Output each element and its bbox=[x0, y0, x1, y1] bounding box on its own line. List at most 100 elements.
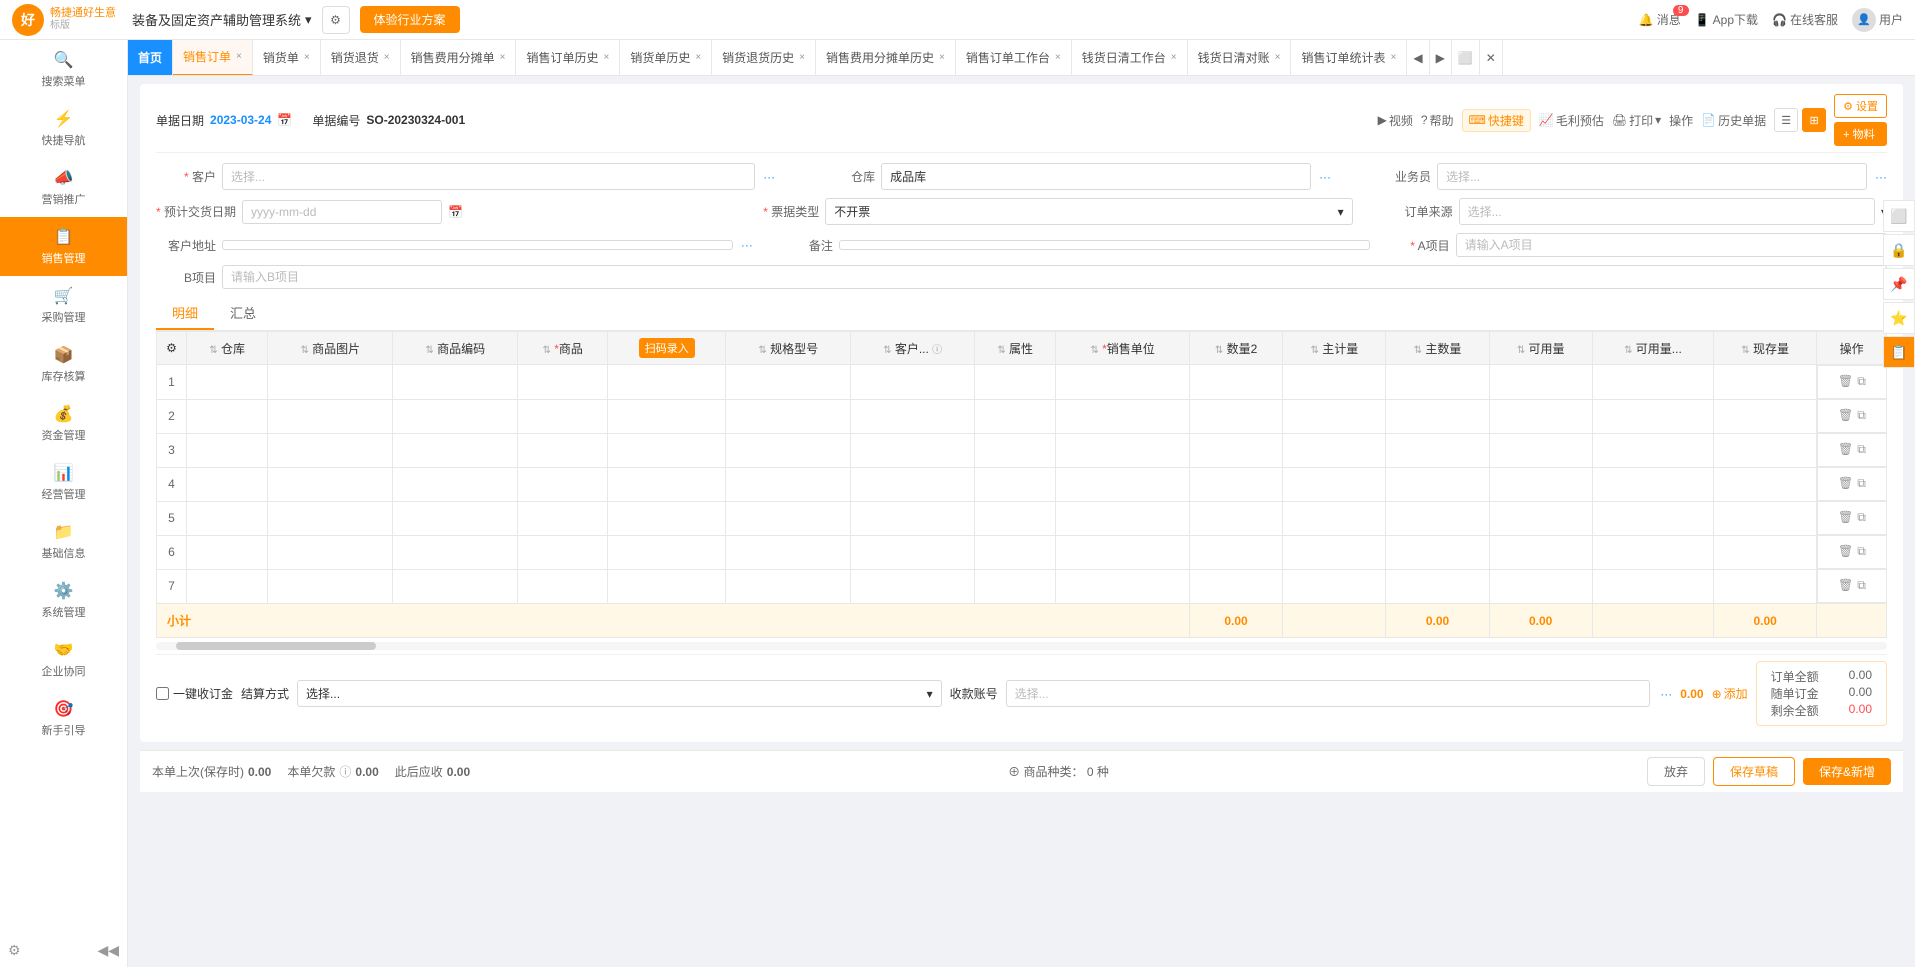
float-btn-3[interactable]: 📌 bbox=[1883, 268, 1915, 300]
row2-stock[interactable] bbox=[1714, 399, 1817, 433]
row2-product[interactable] bbox=[518, 399, 608, 433]
sidebar-item-sales[interactable]: 📋 销售管理 bbox=[0, 217, 127, 276]
delete-icon-2[interactable]: 🗑 bbox=[1838, 408, 1853, 424]
add-material-btn[interactable]: + 物料 bbox=[1834, 122, 1887, 146]
row1-customer-code[interactable] bbox=[851, 365, 975, 400]
tab-prev-btn[interactable]: ◀ bbox=[1407, 40, 1429, 75]
delete-icon-5[interactable]: 🗑 bbox=[1838, 510, 1853, 526]
tab-close-order-workbench[interactable]: × bbox=[1055, 52, 1061, 63]
tab-cash-daily-workbench[interactable]: 钱货日清工作台 × bbox=[1072, 40, 1188, 76]
settings-icon[interactable]: ⚙ bbox=[322, 6, 350, 34]
tab-sales-order[interactable]: 销售订单 × bbox=[173, 40, 253, 76]
tab-sales-refund-history[interactable]: 销货退货历史 × bbox=[712, 40, 816, 76]
solution-button[interactable]: 体验行业方案 bbox=[360, 6, 460, 33]
account-input[interactable]: 选择... bbox=[1006, 680, 1651, 707]
add-payment-btn[interactable]: ⊕ 添加 bbox=[1712, 685, 1748, 702]
delete-icon-4[interactable]: 🗑 bbox=[1838, 476, 1853, 492]
scan-btn[interactable]: 扫码录入 bbox=[639, 338, 695, 358]
row2-spec[interactable] bbox=[726, 399, 851, 433]
tab-close-sales-order[interactable]: × bbox=[236, 51, 242, 62]
row2-warehouse[interactable] bbox=[187, 399, 268, 433]
help-action[interactable]: ? 帮助 bbox=[1421, 112, 1454, 129]
print-action[interactable]: 🖨 打印 ▾ bbox=[1612, 112, 1661, 129]
row1-sales-unit[interactable] bbox=[1056, 365, 1189, 400]
help-circle-icon[interactable]: ⓘ bbox=[339, 763, 351, 780]
deposit-checkbox-label[interactable]: 一键收订金 bbox=[156, 685, 233, 702]
invoice-type-select[interactable]: 不开票 ▾ bbox=[825, 198, 1352, 225]
customer-input[interactable]: 选择... bbox=[222, 163, 755, 190]
copy-icon-2[interactable]: ⧉ bbox=[1857, 408, 1866, 424]
history-action[interactable]: 📄 历史单据 bbox=[1701, 112, 1766, 129]
row1-product[interactable] bbox=[518, 365, 608, 400]
b-project-input[interactable] bbox=[222, 265, 1887, 289]
tab-close-fee-split[interactable]: × bbox=[500, 52, 506, 63]
row2-sales-unit[interactable] bbox=[1056, 399, 1189, 433]
sidebar-item-search[interactable]: 🔍 搜索菜单 bbox=[0, 40, 127, 99]
delete-icon-7[interactable]: 🗑 bbox=[1838, 578, 1853, 594]
tab-home[interactable]: 首页 bbox=[128, 40, 173, 76]
row1-main-qty[interactable] bbox=[1386, 365, 1489, 400]
float-btn-1[interactable]: ⬜ bbox=[1883, 200, 1915, 232]
sidebar-item-operations[interactable]: 📊 经营管理 bbox=[0, 453, 127, 512]
row1-warehouse[interactable] bbox=[187, 365, 268, 400]
tab-close-fee-split-history[interactable]: × bbox=[939, 52, 945, 63]
row2-code[interactable] bbox=[393, 399, 518, 433]
tab-expand-btn[interactable]: ⬜ bbox=[1452, 40, 1480, 75]
save-draft-button[interactable]: 保存草稿 bbox=[1713, 757, 1795, 786]
delivery-date-input[interactable] bbox=[242, 200, 442, 224]
tab-sales-return-history[interactable]: 销货单历史 × bbox=[620, 40, 712, 76]
float-btn-4[interactable]: ⭐ bbox=[1883, 302, 1915, 334]
copy-icon-5[interactable]: ⧉ bbox=[1857, 510, 1866, 526]
row1-stock[interactable] bbox=[1714, 365, 1817, 400]
order-source-input[interactable]: 选择... bbox=[1459, 198, 1875, 225]
tab-sales-order-history[interactable]: 销售订单历史 × bbox=[516, 40, 620, 76]
list-view-btn[interactable]: ☰ bbox=[1774, 108, 1798, 132]
tab-sales-fee-split[interactable]: 销售费用分摊单 × bbox=[401, 40, 517, 76]
product-count-icon[interactable]: ⊕ bbox=[1008, 765, 1020, 779]
salesperson-ellipsis[interactable]: ··· bbox=[1875, 170, 1887, 184]
warehouse-ellipsis[interactable]: ··· bbox=[1319, 170, 1331, 184]
row1-code[interactable] bbox=[393, 365, 518, 400]
row1-qty2[interactable] bbox=[1189, 365, 1282, 400]
tab-close-order-history[interactable]: × bbox=[603, 52, 609, 63]
row2-available2[interactable] bbox=[1592, 399, 1713, 433]
tab-cash-daily-check[interactable]: 钱货日清对账 × bbox=[1188, 40, 1292, 76]
profit-action[interactable]: 📈 毛利预估 bbox=[1539, 112, 1604, 129]
tab-sales-order-workbench[interactable]: 销售订单工作台 × bbox=[956, 40, 1072, 76]
sidebar-item-quick-nav[interactable]: ⚡ 快捷导航 bbox=[0, 99, 127, 158]
row1-available[interactable] bbox=[1489, 365, 1592, 400]
tab-close-stats[interactable]: × bbox=[1390, 52, 1396, 63]
row2-main-qty[interactable] bbox=[1386, 399, 1489, 433]
copy-icon-6[interactable]: ⧉ bbox=[1857, 544, 1866, 560]
tab-summary[interactable]: 汇总 bbox=[214, 297, 272, 330]
row1-main-unit[interactable] bbox=[1283, 365, 1386, 400]
collapse-icon[interactable]: ◀◀ bbox=[97, 942, 119, 959]
app-download-item[interactable]: 📱 App下载 bbox=[1695, 11, 1758, 28]
row1-attr[interactable] bbox=[975, 365, 1056, 400]
deposit-checkbox[interactable] bbox=[156, 687, 169, 700]
sidebar-item-system[interactable]: ⚙️ 系统管理 bbox=[0, 571, 127, 630]
sidebar-item-enterprise[interactable]: 🤝 企业协同 bbox=[0, 630, 127, 689]
remark-input[interactable] bbox=[839, 240, 1370, 250]
tab-sales-refund[interactable]: 销货退货 × bbox=[321, 40, 401, 76]
float-btn-5[interactable]: 📋 bbox=[1883, 336, 1915, 368]
horizontal-scrollbar[interactable] bbox=[156, 642, 1887, 650]
notification-item[interactable]: 🔔 消息 9 bbox=[1639, 11, 1681, 28]
settings-bottom-icon[interactable]: ⚙ bbox=[8, 942, 21, 959]
tab-close-sales-return[interactable]: × bbox=[304, 52, 310, 63]
payment-method-select[interactable]: 选择... ▾ bbox=[297, 680, 942, 707]
tab-close-all-btn[interactable]: ✕ bbox=[1480, 40, 1503, 75]
calendar-icon[interactable]: 📅 bbox=[277, 113, 292, 127]
sidebar-item-purchase[interactable]: 🛒 采购管理 bbox=[0, 276, 127, 335]
th-settings[interactable]: ⚙ bbox=[157, 332, 187, 365]
tab-close-refund-history[interactable]: × bbox=[799, 52, 805, 63]
row2-available[interactable] bbox=[1489, 399, 1592, 433]
operate-action[interactable]: 操作 bbox=[1669, 112, 1693, 129]
a-project-input[interactable] bbox=[1456, 233, 1887, 257]
save-new-button[interactable]: 保存&新增 bbox=[1803, 758, 1891, 785]
row2-attr[interactable] bbox=[975, 399, 1056, 433]
user-item[interactable]: 👤 用户 bbox=[1852, 8, 1903, 32]
shortcut-action[interactable]: ⌨ 快捷键 bbox=[1462, 109, 1531, 132]
delete-icon-1[interactable]: 🗑 bbox=[1838, 374, 1853, 390]
salesperson-input[interactable]: 选择... bbox=[1437, 163, 1867, 190]
